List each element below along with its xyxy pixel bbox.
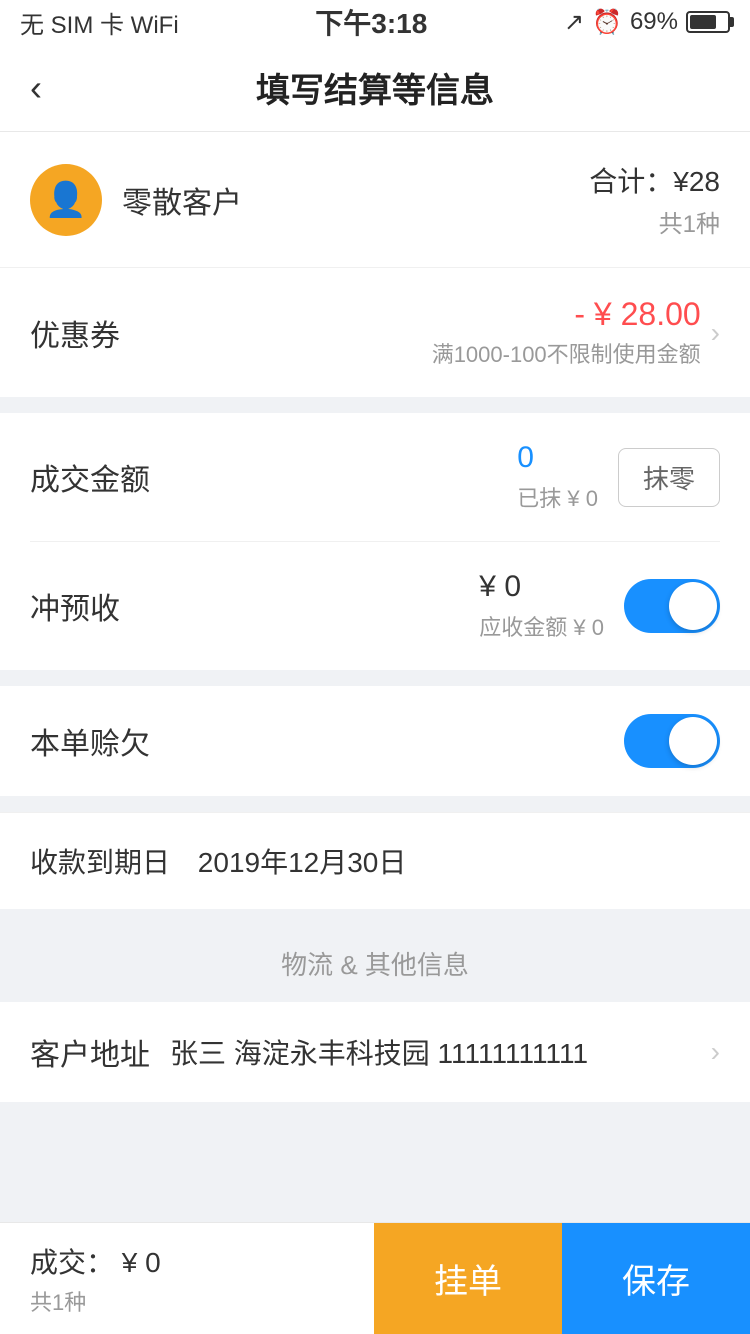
logistics-divider: 物流 & 其他信息 (0, 925, 750, 1002)
transaction-right: 0 已抹 ¥ 0 抹零 (517, 441, 720, 513)
debt-label: 本单赊欠 (30, 719, 150, 763)
customer-name: 零散客户 (122, 178, 242, 222)
customer-avatar: 👤 (30, 164, 102, 236)
status-time: 下午3:18 (315, 2, 427, 42)
coupon-info: - ¥ 28.00 满1000-100不限制使用金额 (432, 296, 701, 369)
charge-value: ¥ 0 (479, 570, 604, 604)
no-sim-text: 无 SIM 卡 WiFi (20, 5, 179, 40)
customer-row: 👤 零散客户 合计：¥28 共1种 (0, 132, 750, 267)
status-left: 无 SIM 卡 WiFi (20, 5, 179, 40)
customer-total: 合计：¥28 (589, 160, 720, 200)
due-date-value: 2019年12月30日 (198, 847, 407, 878)
battery-icon (686, 11, 730, 33)
status-bar: 无 SIM 卡 WiFi 下午3:18 ↗ ⏰ 69% (0, 0, 750, 44)
footer-transaction-value: ¥ 0 (122, 1247, 161, 1278)
coupon-chevron-icon: › (711, 317, 720, 349)
transaction-sub: 已抹 ¥ 0 (517, 481, 598, 513)
transaction-value: 0 (517, 441, 534, 474)
charge-sub: 应收金额 ¥ 0 (479, 610, 604, 642)
transaction-label: 成交金额 (30, 455, 150, 499)
charge-toggle[interactable] (624, 579, 720, 633)
back-button[interactable]: ‹ (30, 67, 42, 109)
round-button[interactable]: 抹零 (618, 448, 720, 507)
charge-row: 冲预收 ¥ 0 应收金额 ¥ 0 (30, 542, 720, 670)
charge-label: 冲预收 (30, 584, 120, 628)
coupon-right: - ¥ 28.00 满1000-100不限制使用金额 › (432, 296, 720, 369)
debt-section: 本单赊欠 (0, 686, 750, 796)
footer-transaction: 成交： ¥ 0 (30, 1241, 344, 1281)
logistics-label: 物流 & 其他信息 (281, 950, 469, 980)
hold-button[interactable]: 挂单 (374, 1223, 562, 1334)
debt-row: 本单赊欠 (30, 714, 720, 768)
address-label: 客户地址 (30, 1030, 150, 1074)
save-button[interactable]: 保存 (562, 1223, 750, 1334)
footer-count: 共1种 (30, 1285, 344, 1317)
due-date-section: 收款到期日 2019年12月30日 (0, 812, 750, 909)
customer-right: 合计：¥28 共1种 (589, 160, 720, 239)
avatar-icon: 👤 (45, 180, 87, 220)
page-title: 填写结算等信息 (256, 63, 494, 112)
charge-right: ¥ 0 应收金额 ¥ 0 (479, 570, 720, 642)
due-date-label: 收款到期日 (30, 847, 170, 878)
alarm-icon: ⏰ (592, 8, 622, 37)
coupon-discount: - ¥ 28.00 (432, 296, 701, 333)
nav-bar: ‹ 填写结算等信息 (0, 44, 750, 132)
footer-transaction-label: 成交： (30, 1247, 114, 1278)
customer-section: 👤 零散客户 合计：¥28 共1种 优惠券 - ¥ 28.00 满1000-10… (0, 132, 750, 397)
debt-toggle[interactable] (624, 714, 720, 768)
due-date-row: 收款到期日 2019年12月30日 (0, 812, 750, 909)
debt-toggle-knob (669, 717, 717, 765)
transaction-row: 成交金额 0 已抹 ¥ 0 抹零 (30, 413, 720, 542)
coupon-desc: 满1000-100不限制使用金额 (432, 337, 701, 369)
toggle-knob (669, 582, 717, 630)
address-section[interactable]: 客户地址 张三 海淀永丰科技园 11111111111 › (0, 1002, 750, 1102)
location-icon: ↗ (564, 8, 584, 37)
footer-info: 成交： ¥ 0 共1种 (0, 1241, 374, 1317)
transaction-section: 成交金额 0 已抹 ¥ 0 抹零 冲预收 ¥ 0 应收金额 ¥ 0 (0, 413, 750, 670)
battery-percent: 69% (630, 8, 678, 36)
coupon-row[interactable]: 优惠券 - ¥ 28.00 满1000-100不限制使用金额 › (0, 267, 750, 397)
customer-count: 共1种 (589, 204, 720, 239)
address-chevron-icon: › (711, 1036, 720, 1068)
coupon-label: 优惠券 (30, 311, 120, 355)
customer-left: 👤 零散客户 (30, 164, 242, 236)
footer: 成交： ¥ 0 共1种 挂单 保存 (0, 1222, 750, 1334)
address-value: 张三 海淀永丰科技园 11111111111 (170, 1032, 711, 1072)
status-right: ↗ ⏰ 69% (564, 8, 730, 37)
